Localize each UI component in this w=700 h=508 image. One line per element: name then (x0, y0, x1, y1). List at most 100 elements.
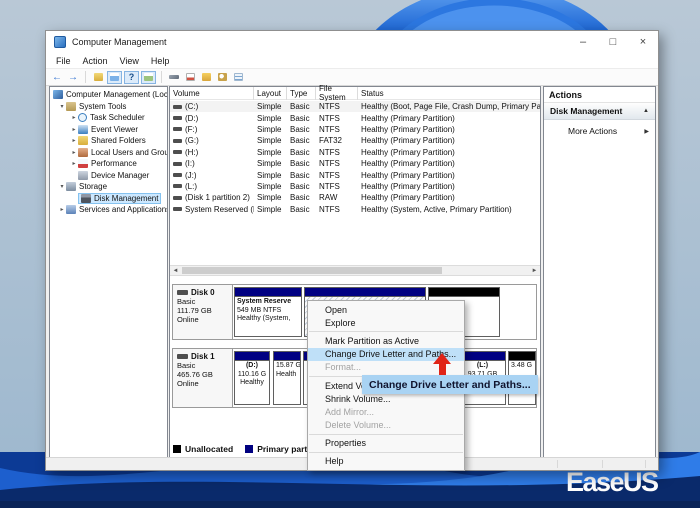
sidebar-item-event-viewer[interactable]: ▸ Event Viewer (50, 124, 167, 136)
menu-item-add-mirror: Add Mirror... (325, 406, 375, 417)
primary-partition-legend-icon (245, 445, 254, 453)
maximize-button[interactable]: □ (598, 31, 628, 53)
volume-table-body: (C:) Simple Basic NTFS Healthy (Boot, Pa… (170, 101, 540, 215)
more-actions[interactable]: More Actions ▶ (544, 120, 655, 136)
export-icon[interactable] (199, 71, 213, 84)
primary-partition-bar (460, 352, 505, 361)
expander-collapsed-icon[interactable]: ▸ (70, 137, 78, 144)
scrollbar-thumb[interactable] (182, 267, 442, 274)
expander-collapsed-icon[interactable]: ▸ (70, 126, 78, 133)
partition-legend: Unallocated Primary partition (173, 444, 325, 454)
expander-collapsed-icon[interactable]: ▸ (58, 206, 66, 213)
expander-collapsed-icon[interactable]: ▸ (70, 160, 78, 167)
disk1-label[interactable]: Disk 1 Basic 465.76 GB Online (173, 349, 233, 407)
menu-separator (309, 451, 463, 453)
disk-management-icon (81, 193, 91, 203)
volume-icon (173, 173, 182, 178)
menu-item-help[interactable]: Help (308, 455, 464, 468)
column-header-layout[interactable]: Layout (254, 86, 287, 100)
menu-file[interactable]: File (50, 56, 77, 66)
expander-collapsed-icon[interactable]: ▸ (70, 149, 78, 156)
window-title: Computer Management (72, 37, 167, 47)
back-icon[interactable]: ← (50, 71, 64, 84)
actions-group-disk-management[interactable]: Disk Management ▲ (544, 103, 655, 120)
sidebar-item-task-scheduler[interactable]: ▸ Task Scheduler (50, 112, 167, 124)
expander-collapsed-icon[interactable]: ▸ (70, 114, 78, 121)
table-row[interactable]: (G:) Simple Basic FAT32 Healthy (Primary… (170, 135, 540, 146)
submenu-arrow-icon: ▶ (644, 128, 649, 135)
local-users-icon (78, 147, 88, 157)
table-row[interactable]: (C:) Simple Basic NTFS Healthy (Boot, Pa… (170, 101, 540, 113)
sidebar-item-disk-management[interactable]: Disk Management (50, 192, 167, 205)
easeus-watermark: EaseUS (566, 467, 659, 497)
volume-table-header: Volume Layout Type File System Status (170, 84, 540, 102)
expander-expanded-icon[interactable]: ▾ (58, 103, 66, 110)
minimize-button[interactable]: – (568, 31, 598, 53)
sidebar-item-services[interactable]: ▸ Services and Applications (50, 204, 167, 216)
menu-item-explore[interactable]: Explore (308, 316, 464, 329)
column-header-volume[interactable]: Volume (170, 86, 254, 100)
sidebar-item-storage[interactable]: ▾ Storage (50, 181, 167, 193)
menu-view[interactable]: View (114, 56, 145, 66)
expander-expanded-icon[interactable]: ▾ (58, 183, 66, 190)
close-button[interactable]: × (628, 31, 658, 53)
table-row[interactable]: (D:) Simple Basic NTFS Healthy (Primary … (170, 112, 540, 123)
sidebar-item-system-tools[interactable]: ▾ System Tools (50, 101, 167, 113)
search-icon[interactable] (215, 71, 229, 84)
table-row[interactable]: (Disk 1 partition 2) Simple Basic RAW He… (170, 192, 540, 203)
volume-icon (173, 161, 182, 166)
scroll-left-icon[interactable]: ◄ (170, 266, 181, 275)
device-manager-icon (78, 170, 88, 180)
console-tree-pane: Computer Management (Local ▾ System Tool… (49, 86, 168, 458)
task-scheduler-icon (78, 113, 87, 123)
volume-icon (173, 127, 182, 132)
list-icon[interactable] (231, 71, 245, 84)
disk-icon (177, 354, 188, 359)
sidebar-item-device-manager[interactable]: Device Manager (50, 170, 167, 182)
menu-item-mark-partition-active[interactable]: Mark Partition as Active (308, 334, 464, 347)
horizontal-scrollbar[interactable]: ◄ ► (170, 265, 540, 276)
toolbar-separator (161, 71, 162, 83)
column-header-type[interactable]: Type (287, 86, 316, 100)
primary-partition-bar (235, 352, 269, 361)
menu-action[interactable]: Action (77, 56, 114, 66)
table-row[interactable]: (J:) Simple Basic NTFS Healthy (Primary … (170, 169, 540, 180)
report-icon[interactable] (183, 71, 197, 84)
up-folder-icon[interactable] (91, 71, 105, 84)
action-pane-icon[interactable] (141, 70, 156, 84)
sidebar-item-local-users[interactable]: ▸ Local Users and Groups (50, 147, 167, 159)
table-row[interactable]: (L:) Simple Basic NTFS Healthy (Primary … (170, 181, 540, 192)
sidebar-item-shared-folders[interactable]: ▸ Shared Folders (50, 135, 167, 147)
menu-item-properties[interactable]: Properties (308, 437, 464, 450)
storage-icon (66, 182, 76, 192)
menu-item-open[interactable]: Open (308, 303, 464, 316)
table-row[interactable]: (I:) Simple Basic NTFS Healthy (Primary … (170, 158, 540, 169)
partition-d[interactable]: (D:) 110.16 G Healthy (234, 351, 270, 405)
collapse-icon[interactable]: ▲ (643, 108, 649, 114)
scroll-right-icon[interactable]: ► (529, 266, 540, 275)
table-row[interactable]: (H:) Simple Basic NTFS Healthy (Primary … (170, 147, 540, 158)
table-row[interactable]: (F:) Simple Basic NTFS Healthy (Primary … (170, 124, 540, 135)
sidebar-item-computer-management[interactable]: Computer Management (Local (50, 89, 167, 101)
primary-partition-bar (235, 288, 301, 297)
disk-icon (177, 290, 188, 295)
partition[interactable]: 15.87 G Health (273, 351, 301, 405)
actions-pane: Actions Disk Management ▲ More Actions ▶ (543, 86, 656, 458)
partition-system-reserved[interactable]: System Reserve 549 MB NTFS Healthy (Syst… (234, 287, 302, 337)
sidebar-item-performance[interactable]: ▸ Performance (50, 158, 167, 170)
disk0-label[interactable]: Disk 0 Basic 111.79 GB Online (173, 285, 233, 339)
table-row[interactable]: System Reserved (K:) Simple Basic NTFS H… (170, 204, 540, 215)
menu-help[interactable]: Help (145, 56, 176, 66)
forward-icon[interactable]: → (66, 71, 80, 84)
column-header-filesystem[interactable]: File System (316, 84, 358, 102)
menu-item-shrink-volume[interactable]: Shrink Volume... (308, 392, 464, 405)
event-viewer-icon (78, 124, 88, 134)
unallocated-legend-icon (173, 445, 181, 453)
volume-icon (173, 116, 182, 121)
red-arrow-stem (439, 363, 446, 375)
column-header-status[interactable]: Status (358, 87, 540, 100)
console-tree-icon[interactable] (107, 70, 122, 84)
actions-title: Actions (544, 87, 655, 103)
pointer-icon[interactable] (167, 71, 181, 84)
help-icon[interactable]: ? (124, 70, 139, 84)
